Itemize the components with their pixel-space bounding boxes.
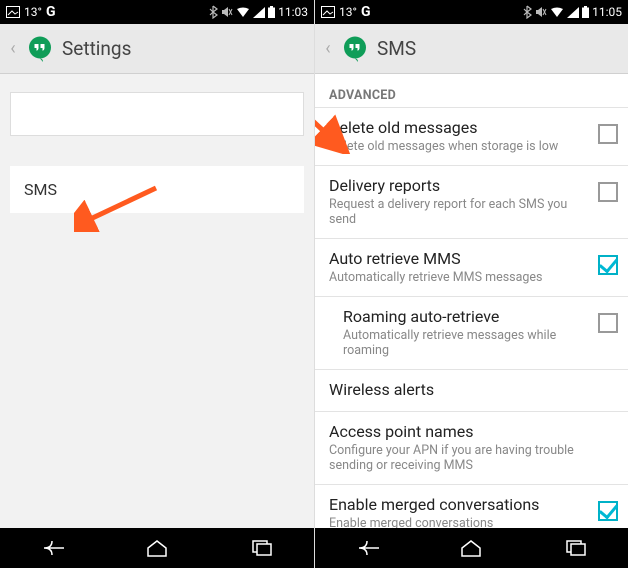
setting-subtitle: Automatically retrieve MMS messages [329, 270, 592, 286]
blank-card[interactable] [10, 92, 304, 136]
recent-button[interactable] [556, 536, 596, 560]
home-button[interactable] [137, 536, 177, 560]
wifi-icon [236, 7, 250, 18]
hangouts-icon[interactable] [341, 35, 369, 63]
checkbox[interactable] [598, 182, 618, 202]
gallery-icon [6, 6, 20, 18]
setting-subtitle: Request a delivery report for each SMS y… [329, 197, 592, 228]
setting-title: Wireless alerts [329, 380, 618, 399]
menu-item-label: SMS [24, 180, 57, 199]
setting-row[interactable]: Enable merged conversations Enable merged… [315, 484, 628, 528]
status-bar: 13° G 11:03 [0, 0, 314, 24]
signal-icon [567, 7, 579, 18]
battery-icon [582, 6, 589, 18]
checkbox[interactable] [598, 313, 618, 333]
gallery-icon [321, 6, 335, 18]
status-temp: 13° [24, 5, 42, 19]
sms-menu-item[interactable]: SMS [10, 166, 304, 213]
setting-row[interactable]: Auto retrieve MMS Automatically retrieve … [315, 238, 628, 296]
setting-title: Delivery reports [329, 176, 592, 195]
mute-icon [535, 6, 547, 18]
checkbox[interactable] [598, 255, 618, 275]
google-icon: G [361, 4, 371, 20]
page-title: SMS [377, 37, 416, 60]
signal-icon [253, 7, 265, 18]
setting-row[interactable]: Delete old messages Delete old messages w… [315, 107, 628, 165]
setting-row[interactable]: Access point names Configure your APN if … [315, 411, 628, 484]
status-temp: 13° [339, 5, 357, 19]
app-header: ‹ Settings [0, 24, 314, 74]
back-icon[interactable]: ‹ [8, 38, 18, 59]
setting-row[interactable]: Roaming auto-retrieve Automatically retri… [315, 296, 628, 369]
setting-title: Roaming auto-retrieve [343, 307, 592, 326]
right-screen: 13° G 11:05 ‹ SMS ADVANCED Delete old me… [314, 0, 628, 568]
setting-subtitle: Delete old messages when storage is low [329, 139, 592, 155]
back-button[interactable] [32, 536, 72, 560]
bluetooth-icon [523, 5, 532, 19]
status-time: 11:05 [592, 5, 622, 19]
battery-icon [268, 6, 275, 18]
home-button[interactable] [451, 536, 491, 560]
bluetooth-icon [209, 5, 218, 19]
setting-subtitle: Enable merged conversations [329, 516, 592, 528]
content-area: SMS [0, 74, 314, 528]
recent-button[interactable] [242, 536, 282, 560]
left-screen: 13° G 11:03 ‹ Settings SMS [0, 0, 314, 568]
setting-title: Delete old messages [329, 118, 592, 137]
page-title: Settings [62, 37, 131, 60]
nav-bar [0, 528, 314, 568]
back-icon[interactable]: ‹ [323, 38, 333, 59]
checkbox[interactable] [598, 501, 618, 521]
google-icon: G [46, 4, 56, 20]
app-header: ‹ SMS [315, 24, 628, 74]
setting-subtitle: Automatically retrieve messages while ro… [343, 328, 592, 359]
back-button[interactable] [347, 536, 387, 560]
setting-title: Auto retrieve MMS [329, 249, 592, 268]
setting-row[interactable]: Delivery reports Request a delivery repor… [315, 165, 628, 238]
setting-row[interactable]: Wireless alerts [315, 369, 628, 411]
nav-bar [315, 528, 628, 568]
setting-title: Access point names [329, 422, 618, 441]
status-bar: 13° G 11:05 [315, 0, 628, 24]
content-area: ADVANCED Delete old messagesDelete old m… [315, 74, 628, 528]
setting-title: Enable merged conversations [329, 495, 592, 514]
section-label: ADVANCED [315, 74, 628, 107]
mute-icon [221, 6, 233, 18]
wifi-icon [550, 7, 564, 18]
checkbox[interactable] [598, 124, 618, 144]
setting-subtitle: Configure your APN if you are having tro… [329, 443, 618, 474]
status-time: 11:03 [278, 5, 308, 19]
hangouts-icon[interactable] [26, 35, 54, 63]
